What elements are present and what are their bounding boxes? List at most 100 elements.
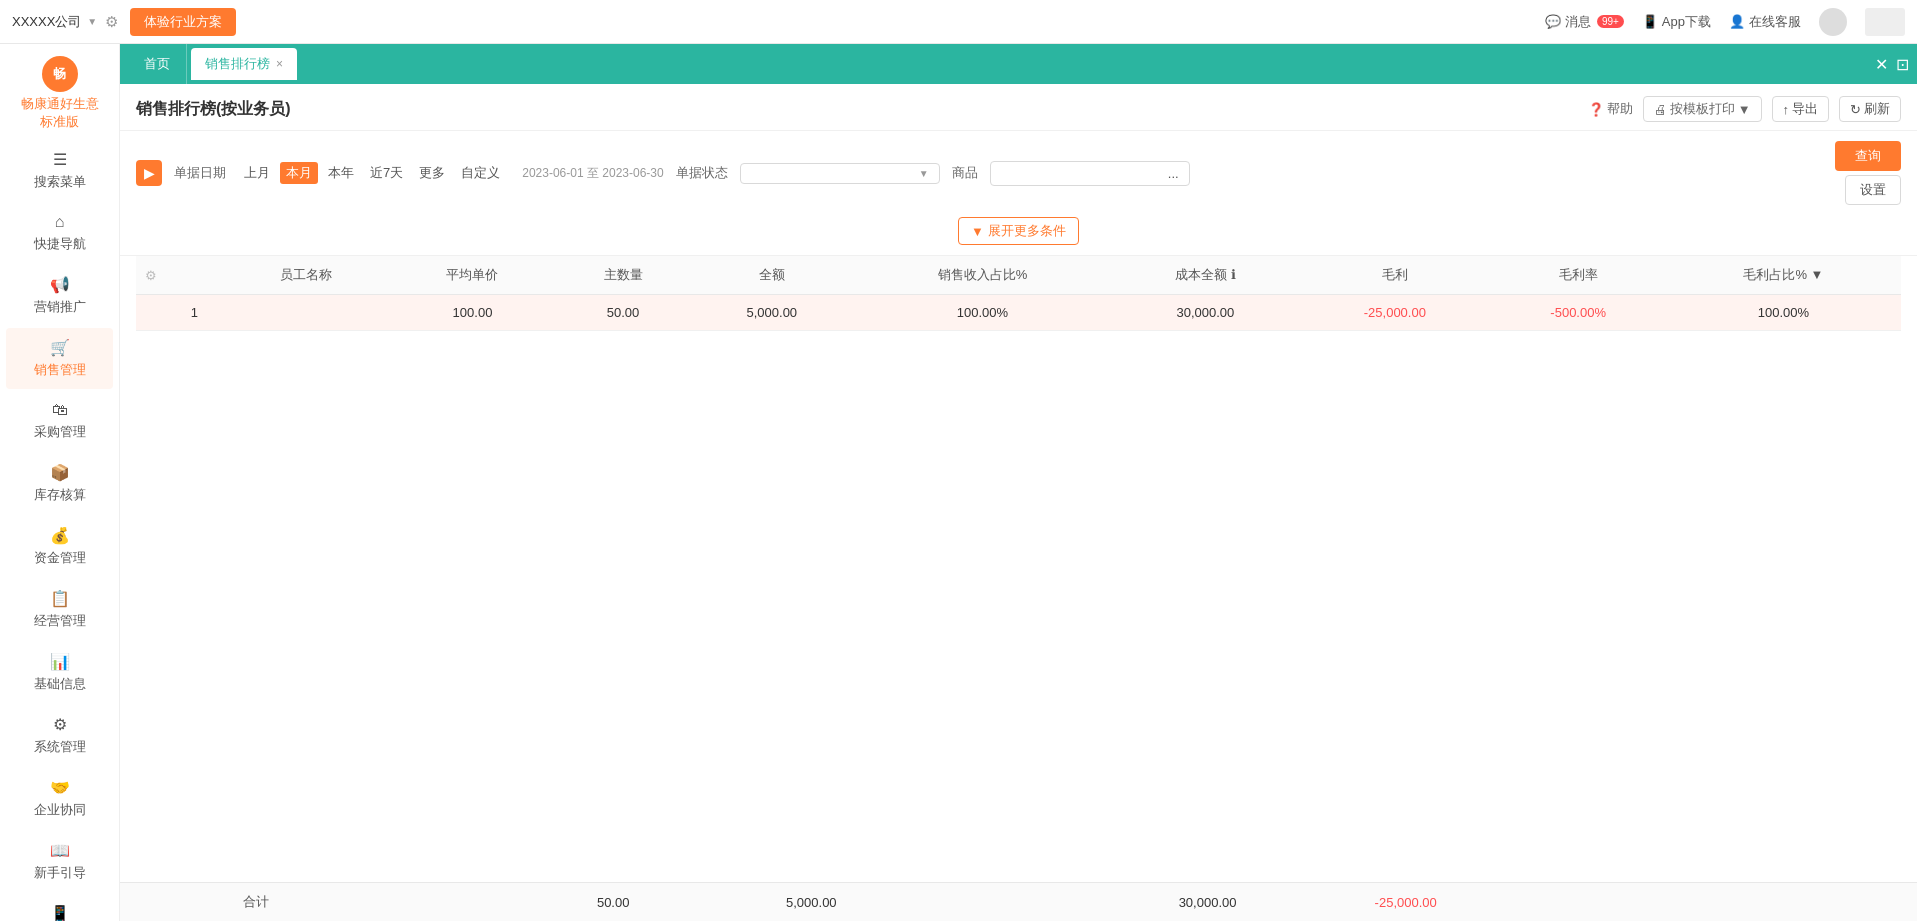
sidebar-item-label: 经营管理	[34, 612, 86, 630]
date-btn-7days[interactable]: 近7天	[364, 162, 409, 184]
footer-qty: 50.00	[514, 895, 712, 910]
date-btn-this-year[interactable]: 本年	[322, 162, 360, 184]
online-service-button[interactable]: 👤 在线客服	[1729, 13, 1801, 31]
message-button[interactable]: 💬 消息 99+	[1545, 13, 1624, 31]
help-button[interactable]: ❓ 帮助	[1588, 100, 1633, 118]
logo-title: 畅康通好生意 标准版	[21, 95, 99, 131]
sidebar-item-app-center[interactable]: 📱 应用中心	[6, 894, 113, 921]
page-content: 销售排行榜(按业务员) ❓ 帮助 🖨 按模板打印 ▼ ↑ 导出	[120, 84, 1917, 921]
sidebar-logo: 畅 畅康通好生意 标准版	[0, 44, 119, 139]
status-select[interactable]: ▼	[740, 163, 940, 184]
footer-profit-pct	[1703, 895, 1901, 910]
sidebar-item-basic-info[interactable]: 📊 基础信息	[6, 642, 113, 703]
print-dropdown-arrow: ▼	[1738, 102, 1751, 117]
online-service-icon: 👤	[1729, 14, 1745, 29]
user-name-area	[1865, 8, 1905, 36]
sidebar-item-corp-collab[interactable]: 🤝 企业协同	[6, 768, 113, 829]
sidebar-item-label: 搜索菜单	[34, 173, 86, 191]
date-filter-label: 单据日期	[174, 164, 226, 182]
sidebar-item-sales-mgmt[interactable]: 🛒 销售管理	[6, 328, 113, 389]
date-btn-custom[interactable]: 自定义	[455, 162, 506, 184]
tab-sales-rank[interactable]: 销售排行榜 ×	[191, 48, 297, 80]
refresh-icon: ↻	[1850, 102, 1861, 117]
settings-icon-btn[interactable]: ⚙	[105, 13, 118, 31]
page-header: 销售排行榜(按业务员) ❓ 帮助 🖨 按模板打印 ▼ ↑ 导出	[120, 84, 1917, 131]
top-bar: XXXXX公司 ▼ ⚙ 体验行业方案 💬 消息 99+ 📱 App下载 👤 在线…	[0, 0, 1917, 44]
cell-profit-pct: 100.00%	[1666, 295, 1901, 331]
app-center-icon: 📱	[50, 904, 70, 921]
sidebar-item-search-order[interactable]: ☰ 搜索菜单	[6, 140, 113, 201]
footer-total: 5,000.00	[712, 895, 910, 910]
filter-row-main: ▶ 单据日期 上月 本月 本年 近7天 更多 自定义 2023-06-01 至 …	[136, 141, 1901, 205]
goods-input[interactable]: ...	[990, 161, 1190, 186]
sidebar-item-purchase-mgmt[interactable]: 🛍 采购管理	[6, 391, 113, 451]
date-btn-this-month[interactable]: 本月	[280, 162, 318, 184]
cell-rank: 1	[166, 295, 223, 331]
main-layout: 畅 畅康通好生意 标准版 ☰ 搜索菜单 ⌂ 快捷导航 📢 营销推广 🛒 销售管理…	[0, 44, 1917, 921]
date-btn-more[interactable]: 更多	[413, 162, 451, 184]
print-icon: 🖨	[1654, 102, 1667, 117]
status-select-arrow: ▼	[919, 168, 929, 179]
filter-area: ▶ 单据日期 上月 本月 本年 近7天 更多 自定义 2023-06-01 至 …	[120, 131, 1917, 256]
sidebar-item-operations[interactable]: 📋 经营管理	[6, 579, 113, 640]
col-profit-pct: 毛利占比% ▼	[1666, 256, 1901, 295]
date-buttons: 上月 本月 本年 近7天 更多 自定义	[238, 162, 506, 184]
company-selector[interactable]: XXXXX公司 ▼	[12, 13, 97, 31]
tab-window-expand-btn[interactable]: ⊡	[1896, 55, 1909, 74]
sidebar-item-label: 基础信息	[34, 675, 86, 693]
page-title: 销售排行榜(按业务员)	[136, 99, 291, 120]
footer-cost: 30,000.00	[1109, 895, 1307, 910]
tab-bar: 首页 销售排行榜 × ✕ ⊡	[120, 44, 1917, 84]
sidebar-item-label: 新手引导	[34, 864, 86, 882]
tab-home[interactable]: 首页	[128, 44, 187, 84]
trial-button[interactable]: 体验行业方案	[130, 8, 236, 36]
footer-sales-pct	[910, 895, 1108, 910]
tab-home-label: 首页	[144, 55, 170, 73]
tab-bar-right: ✕ ⊡	[1875, 55, 1909, 74]
sidebar-item-label: 快捷导航	[34, 235, 86, 253]
avatar[interactable]	[1819, 8, 1847, 36]
sidebar-item-newbie-guide[interactable]: 📖 新手引导	[6, 831, 113, 892]
sidebar-item-quick-nav[interactable]: ⌂ 快捷导航	[6, 203, 113, 263]
export-button[interactable]: ↑ 导出	[1772, 96, 1830, 122]
date-btn-last-month[interactable]: 上月	[238, 162, 276, 184]
footer-profit-rate	[1505, 895, 1703, 910]
sidebar-item-system-mgmt[interactable]: ⚙ 系统管理	[6, 705, 113, 766]
cell-qty: 50.00	[556, 295, 691, 331]
refresh-button[interactable]: ↻ 刷新	[1839, 96, 1901, 122]
online-service-label: 在线客服	[1749, 13, 1801, 31]
query-button[interactable]: 查询	[1835, 141, 1901, 171]
purchase-icon: 🛍	[52, 401, 68, 419]
col-employee-name: 员工名称	[223, 256, 389, 295]
col-profit: 毛利	[1299, 256, 1490, 295]
tab-sales-rank-label: 销售排行榜	[205, 55, 270, 73]
col-qty: 主数量	[556, 256, 691, 295]
marketing-icon: 📢	[50, 275, 70, 294]
logo-icon: 畅	[42, 56, 78, 92]
message-icon: 💬	[1545, 14, 1561, 29]
company-name: XXXXX公司	[12, 13, 81, 31]
sidebar-item-fund-mgmt[interactable]: 💰 资金管理	[6, 516, 113, 577]
tab-window-close-btn[interactable]: ✕	[1875, 55, 1888, 74]
tab-close-icon[interactable]: ×	[276, 57, 283, 71]
table-settings-button[interactable]: 设置	[1845, 175, 1901, 205]
print-button[interactable]: 🖨 按模板打印 ▼	[1643, 96, 1762, 122]
col-sales-pct: 销售收入占比%	[853, 256, 1111, 295]
col-gear[interactable]: ⚙	[136, 256, 166, 295]
app-download-button[interactable]: 📱 App下载	[1642, 13, 1711, 31]
filter-collapse-btn[interactable]: ▶	[136, 160, 162, 186]
table-header-row: ⚙ 员工名称 平均单价 主数量 全额 销售收入占比% 成本全额 ℹ 毛利 毛利率…	[136, 256, 1901, 295]
col-avg-price: 平均单价	[389, 256, 555, 295]
date-range-display: 2023-06-01 至 2023-06-30	[522, 165, 663, 182]
cell-gear	[136, 295, 166, 331]
cell-cost: 30,000.00	[1112, 295, 1300, 331]
footer-total-label: 合计	[196, 893, 316, 911]
sidebar-item-marketing[interactable]: 📢 营销推广	[6, 265, 113, 326]
fund-icon: 💰	[50, 526, 70, 545]
expand-more-btn[interactable]: ▼ 展开更多条件	[958, 217, 1079, 245]
sidebar-item-inventory[interactable]: 📦 库存核算	[6, 453, 113, 514]
sidebar-item-label: 企业协同	[34, 801, 86, 819]
message-label: 消息	[1565, 13, 1591, 31]
system-icon: ⚙	[53, 715, 67, 734]
status-filter-label: 单据状态	[676, 164, 728, 182]
